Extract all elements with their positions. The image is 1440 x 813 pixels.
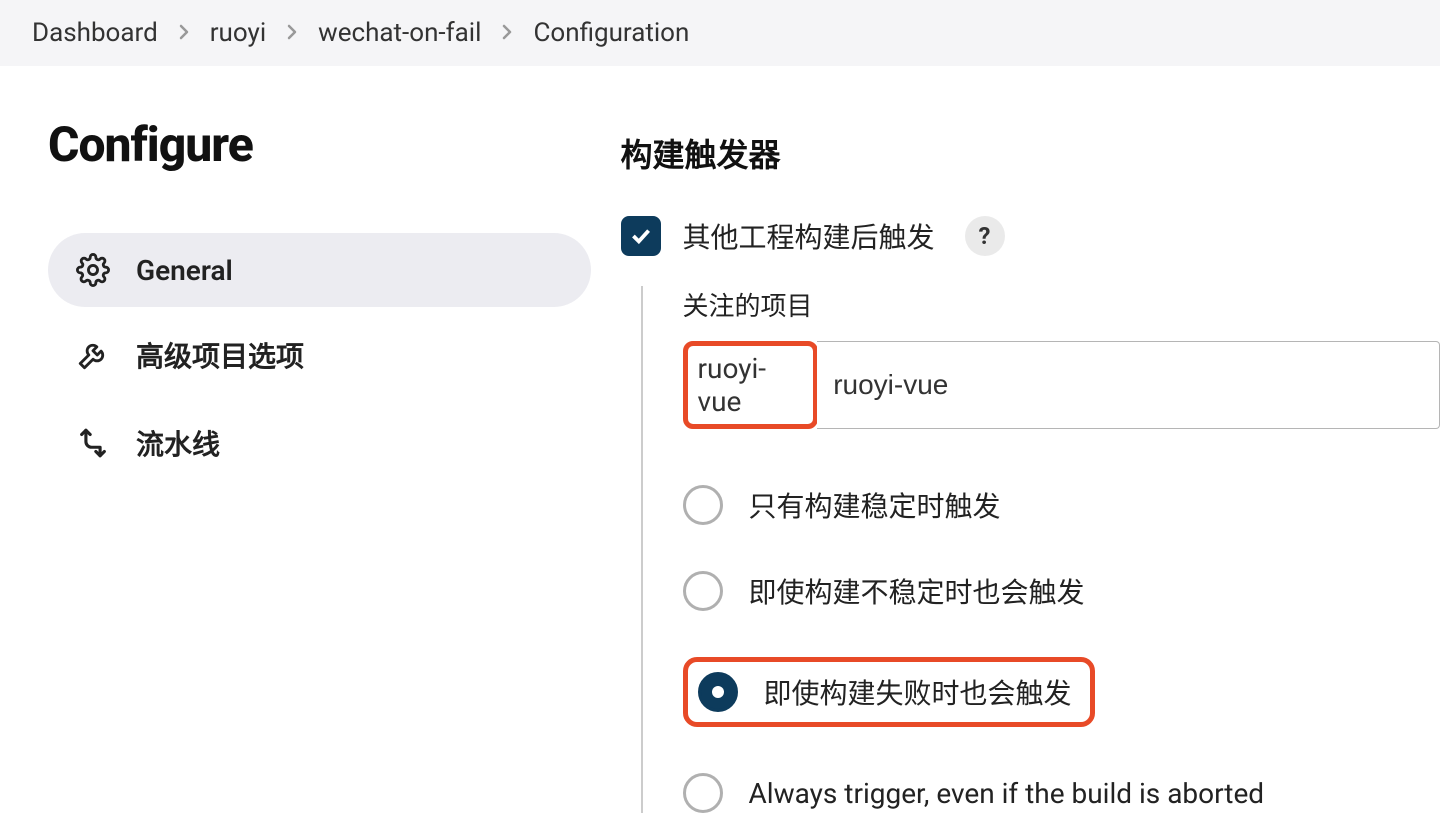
radio-option-stable-only[interactable]: 只有构建稳定时触发: [683, 485, 1440, 525]
trigger-after-other-builds-checkbox[interactable]: [621, 216, 661, 256]
sidebar-item-label: 流水线: [136, 423, 220, 463]
trigger-threshold-radio-group: 只有构建稳定时触发 即使构建不稳定时也会触发 即使构建失败时也会触发 Alway…: [683, 485, 1440, 813]
wrench-icon: [76, 338, 110, 372]
radio-icon: [683, 571, 723, 611]
chevron-right-icon: [284, 21, 300, 46]
radio-icon: [683, 773, 723, 813]
chevron-right-icon: [499, 21, 515, 46]
breadcrumb-item-wechat-on-fail[interactable]: wechat-on-fail: [318, 18, 481, 48]
sidebar-nav: General 高级项目选项 流水线: [48, 233, 591, 483]
highlight-box: ruoyi-vue: [683, 341, 819, 429]
sidebar-item-label: 高级项目选项: [136, 335, 304, 375]
gear-icon: [76, 253, 110, 287]
watched-projects-label: 关注的项目: [683, 286, 1440, 323]
watched-projects-value: ruoyi-vue: [698, 352, 804, 418]
radio-option-aborted[interactable]: Always trigger, even if the build is abo…: [683, 773, 1440, 813]
radio-label: 即使构建不稳定时也会触发: [749, 571, 1085, 611]
pipeline-icon: [76, 426, 110, 460]
watched-projects-input[interactable]: [817, 341, 1440, 429]
section-title-build-triggers: 构建触发器: [621, 130, 1440, 176]
radio-option-failed[interactable]: [698, 672, 738, 712]
sidebar-item-advanced-options[interactable]: 高级项目选项: [48, 315, 591, 395]
sidebar-item-general[interactable]: General: [48, 233, 591, 307]
checkbox-label: 其他工程构建后触发: [683, 216, 935, 256]
breadcrumb: Dashboard ruoyi wechat-on-fail Configura…: [0, 0, 1440, 66]
breadcrumb-item-configuration[interactable]: Configuration: [533, 18, 689, 48]
sidebar-item-label: General: [136, 254, 233, 287]
breadcrumb-item-dashboard[interactable]: Dashboard: [32, 18, 158, 48]
breadcrumb-item-ruoyi[interactable]: ruoyi: [210, 18, 266, 48]
sidebar-item-pipeline[interactable]: 流水线: [48, 403, 591, 483]
radio-option-unstable[interactable]: 即使构建不稳定时也会触发: [683, 571, 1440, 611]
radio-label: Always trigger, even if the build is abo…: [749, 777, 1265, 810]
radio-label: 只有构建稳定时触发: [749, 485, 1001, 525]
radio-icon: [683, 485, 723, 525]
radio-label: 即使构建失败时也会触发: [764, 672, 1072, 712]
highlight-box: 即使构建失败时也会触发: [683, 657, 1095, 727]
page-title: Configure: [48, 116, 591, 173]
chevron-right-icon: [176, 21, 192, 46]
help-icon[interactable]: ?: [965, 216, 1005, 256]
